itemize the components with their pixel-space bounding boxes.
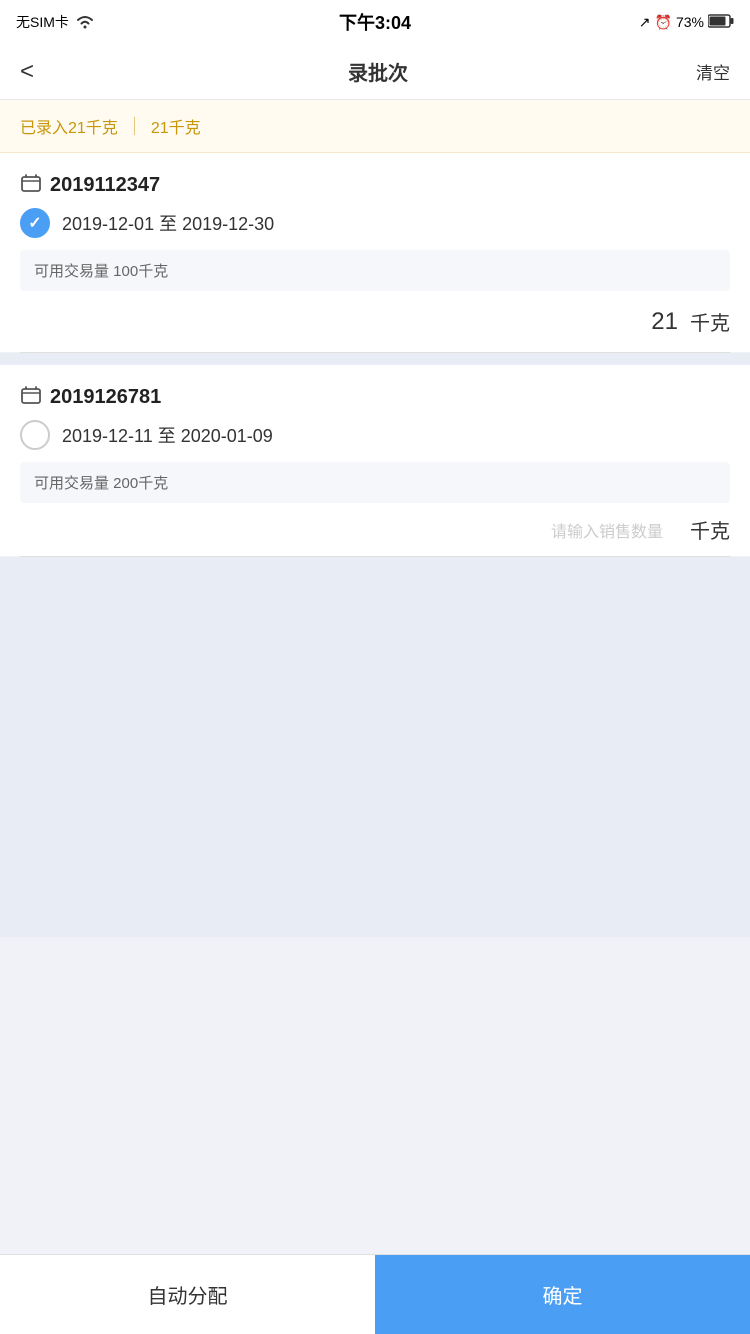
nav-bar: < 录批次 清空 <box>0 44 750 100</box>
batch-date-row-1: 2019-12-01 至 2019-12-30 <box>20 208 730 238</box>
main-content: 已录入21千克 21千克 2019112347 2019-12-01 至 201… <box>0 100 750 1017</box>
qty-unit-1: 千克 <box>690 307 730 336</box>
summary-bar: 已录入21千克 21千克 <box>0 100 750 153</box>
back-button[interactable]: < <box>20 58 60 86</box>
batch-date-text-2: 2019-12-11 至 2020-01-09 <box>62 422 273 448</box>
batch-id-row-2: 2019126781 <box>20 385 730 410</box>
batch-icon-2 <box>20 385 42 410</box>
status-time: 下午3:04 <box>339 9 411 35</box>
battery-icon <box>708 14 734 31</box>
batch-date-text-1: 2019-12-01 至 2019-12-30 <box>62 210 274 236</box>
qty-input-row-1: 21 千克 <box>0 291 750 352</box>
batch-checkbox-2[interactable] <box>20 420 50 450</box>
available-qty-text-2: 可用交易量 200千克 <box>34 475 168 492</box>
batch-date-row-2: 2019-12-11 至 2020-01-09 <box>20 420 730 450</box>
sim-text: 无SIM卡 <box>16 12 69 32</box>
page-title: 录批次 <box>348 57 408 86</box>
entered-summary: 已录入21千克 <box>20 114 118 138</box>
total-summary: 21千克 <box>151 114 201 138</box>
batch-card-1: 2019112347 2019-12-01 至 2019-12-30 可用交易量… <box>0 153 750 291</box>
status-bar: 无SIM卡 下午3:04 ↗ ⏰ 73% <box>0 0 750 44</box>
auto-distribute-button[interactable]: 自动分配 <box>0 1255 375 1334</box>
qty-input-row-2[interactable]: 千克 <box>0 503 750 556</box>
batch-icon-1 <box>20 173 42 198</box>
batch-card-2: 2019126781 2019-12-11 至 2020-01-09 可用交易量… <box>0 365 750 503</box>
available-qty-box-1: 可用交易量 100千克 <box>20 250 730 291</box>
section-bg-divider <box>0 353 750 365</box>
location-icon: ↗ <box>639 14 651 31</box>
confirm-button[interactable]: 确定 <box>375 1255 750 1334</box>
clear-button[interactable]: 清空 <box>696 59 730 84</box>
alarm-icon: ⏰ <box>655 14 672 31</box>
qty-container-1: 21 <box>20 308 678 336</box>
qty-container-2[interactable] <box>20 517 678 543</box>
status-right: ↗ ⏰ 73% <box>639 14 734 31</box>
batch-id-text-1: 2019112347 <box>50 174 160 197</box>
qty-value-1: 21 <box>651 308 678 336</box>
battery-percent: 73% <box>676 14 704 30</box>
batch-id-text-2: 2019126781 <box>50 386 161 409</box>
status-left: 无SIM卡 <box>16 12 95 32</box>
batch-checkbox-1[interactable] <box>20 208 50 238</box>
batch-id-row-1: 2019112347 <box>20 173 730 198</box>
qty-unit-2: 千克 <box>690 515 730 544</box>
wifi-icon <box>75 13 95 32</box>
empty-area <box>0 557 750 937</box>
qty-input-2[interactable] <box>518 517 678 543</box>
bottom-bar: 自动分配 确定 <box>0 1254 750 1334</box>
available-qty-text-1: 可用交易量 100千克 <box>34 263 168 280</box>
available-qty-box-2: 可用交易量 200千克 <box>20 462 730 503</box>
summary-divider <box>134 117 135 135</box>
